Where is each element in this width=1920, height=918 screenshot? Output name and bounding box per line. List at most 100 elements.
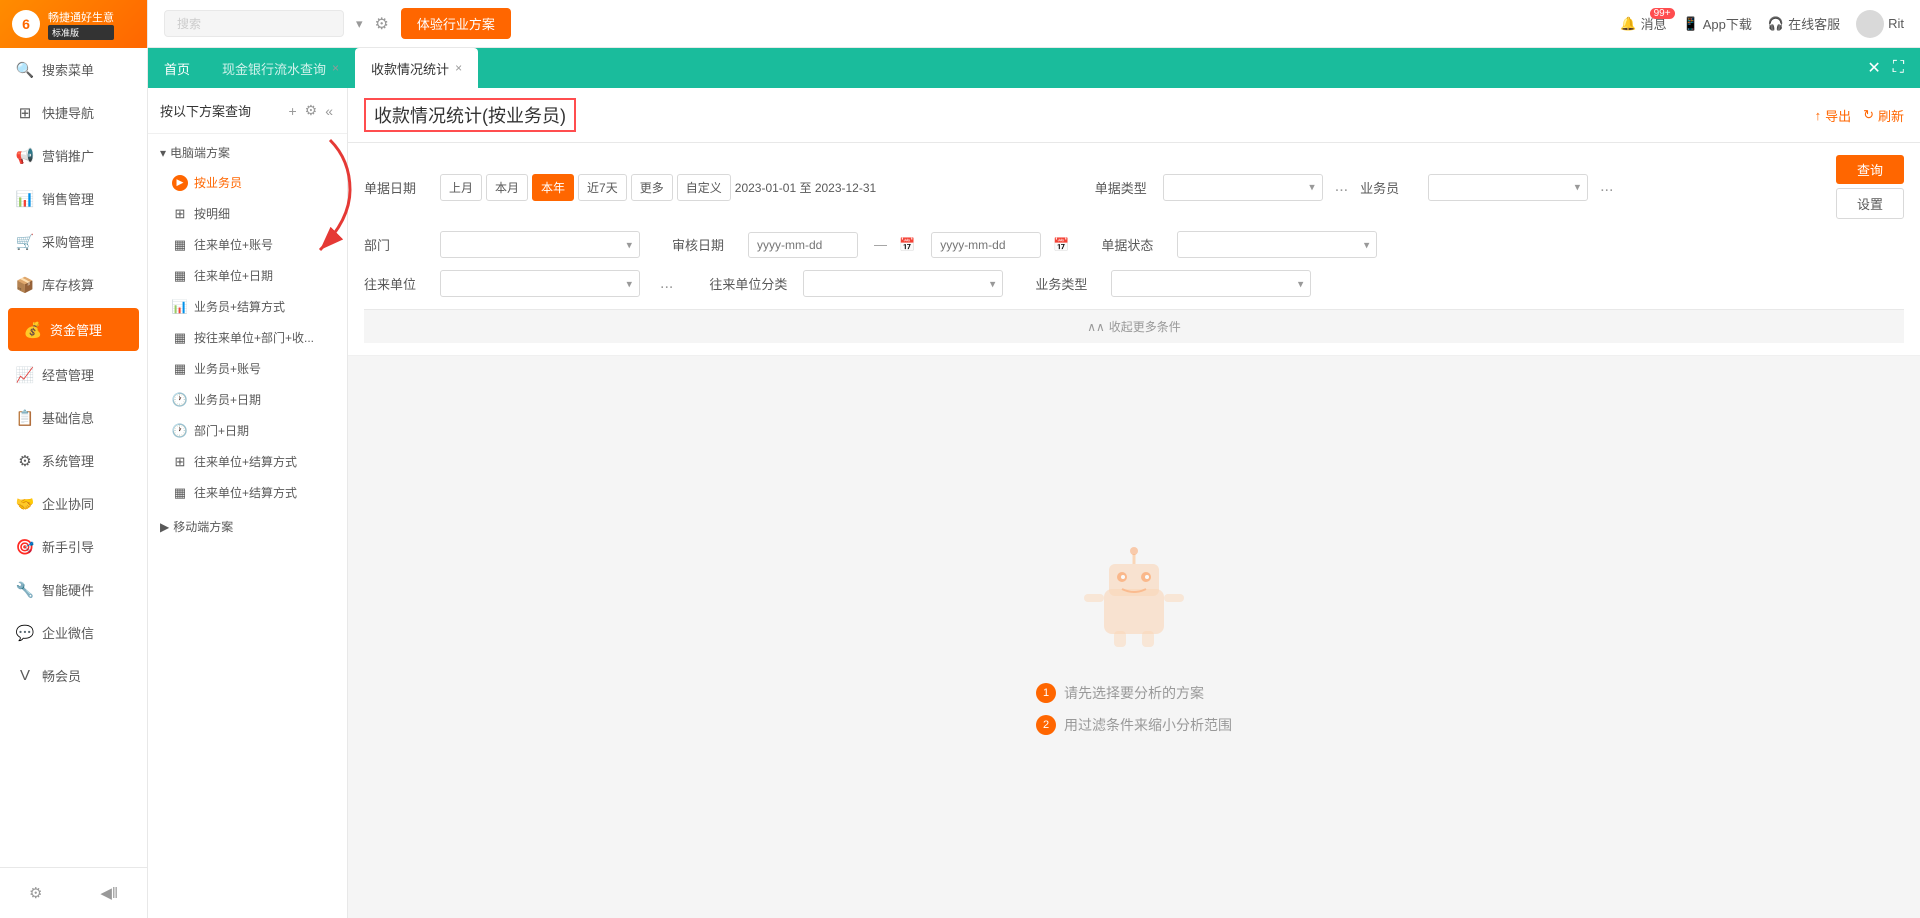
pc-group-header[interactable]: ▾ 电脑端方案 [148, 138, 347, 167]
table-icon-2: ▦ [172, 268, 188, 284]
headset-icon: 🎧 [1768, 16, 1784, 32]
sidebar-item-system[interactable]: ⚙ 系统管理 [0, 439, 147, 482]
refresh-btn[interactable]: ↻ 刷新 [1863, 106, 1904, 125]
scheme-item-staff-date[interactable]: 🕐 业务员+日期 [148, 384, 347, 415]
scheme-collapse-btn[interactable]: « [323, 101, 335, 121]
date-range-text: 2023-01-01 至 2023-12-31 [735, 179, 876, 196]
scheme-item-by-detail[interactable]: ⊞ 按明细 [148, 198, 347, 229]
tab-close-all-btn[interactable]: ✕ [1867, 58, 1880, 78]
sidebar-item-member[interactable]: V 畅会员 [0, 654, 147, 697]
sidebar-item-marketing[interactable]: 📢 营销推广 [0, 134, 147, 177]
export-btn[interactable]: ↑ 导出 [1815, 106, 1852, 125]
sidebar-item-purchase[interactable]: 🛒 采购管理 [0, 220, 147, 263]
sidebar-item-inventory[interactable]: 📦 库存核算 [0, 263, 147, 306]
scheme-item-unit-date[interactable]: ▦ 往来单位+日期 [148, 260, 347, 291]
collapse-icon: ∧∧ [1087, 320, 1105, 334]
dept-label: 部门 [364, 235, 424, 254]
tab-collection-close[interactable]: × [455, 61, 462, 75]
system-icon: ⚙ [16, 452, 34, 470]
dept-select-wrap [440, 231, 640, 258]
tab-bank[interactable]: 现金银行流水查询 × [206, 48, 355, 88]
unit-select[interactable] [440, 270, 640, 297]
query-btn[interactable]: 查询 [1836, 155, 1904, 184]
sidebar-item-enterprise[interactable]: 🤝 企业协同 [0, 482, 147, 525]
sidebar-item-smart[interactable]: 🔧 智能硬件 [0, 568, 147, 611]
staff-more-btn[interactable]: ... [1596, 178, 1617, 196]
sidebar-item-finance[interactable]: 💰 资金管理 [8, 308, 139, 351]
add-scheme-btn[interactable]: + [286, 101, 298, 121]
date-btn-more[interactable]: 更多 [631, 174, 673, 201]
tip-num-2: 2 [1036, 715, 1056, 735]
sidebar-settings-btn[interactable]: ⚙ [17, 876, 54, 910]
filter-row-2: 部门 审核日期 — 📅 📅 单据状态 [364, 231, 1904, 258]
tab-expand-btn[interactable]: ⛶ [1893, 59, 1904, 77]
date-btn-last-month[interactable]: 上月 [440, 174, 482, 201]
unit-category-select[interactable] [803, 270, 1003, 297]
scheme-item-unit-settle1[interactable]: ⊞ 往来单位+结算方式 [148, 446, 347, 477]
sidebar-item-basic[interactable]: 📋 基础信息 [0, 396, 147, 439]
tab-bank-close[interactable]: × [332, 61, 339, 75]
grid-icon-2: ⊞ [172, 454, 188, 470]
sidebar-item-sales[interactable]: 📊 销售管理 [0, 177, 147, 220]
scheme-item-dept-date[interactable]: 🕐 部门+日期 [148, 415, 347, 446]
biz-type-select-wrap [1111, 270, 1311, 297]
tab-home[interactable]: 首页 [148, 48, 206, 88]
empty-tips: 1 请先选择要分析的方案 2 用过滤条件来缩小分析范围 [1036, 683, 1232, 735]
clock-icon-1: 🕐 [172, 392, 188, 408]
chart-icon: 📊 [172, 299, 188, 315]
date-btn-custom[interactable]: 自定义 [677, 174, 731, 201]
type-label: 单据类型 [1095, 178, 1155, 197]
scheme-item-staff-account[interactable]: ▦ 业务员+账号 [148, 353, 347, 384]
topbar-gear-icon[interactable]: ⚙ [375, 14, 389, 34]
mobile-group-label: 移动端方案 [173, 518, 233, 535]
unit-label: 往来单位 [364, 274, 424, 293]
sidebar-item-quicknav[interactable]: ⊞ 快捷导航 [0, 91, 147, 134]
sidebar: 6 畅捷通好生意 标准版 🔍 搜索菜单 ⊞ 快捷导航 📢 营销推广 📊 销售管理… [0, 0, 148, 918]
trial-btn[interactable]: 体验行业方案 [401, 8, 511, 39]
status-select[interactable] [1177, 231, 1377, 258]
newbie-icon: 🎯 [16, 538, 34, 556]
purchase-icon: 🛒 [16, 233, 34, 251]
collapse-bar[interactable]: ∧∧ 收起更多条件 [364, 309, 1904, 343]
export-icon: ↑ [1815, 108, 1822, 123]
scheme-settings-btn[interactable]: ⚙ [303, 100, 320, 121]
biz-type-select[interactable] [1111, 270, 1311, 297]
tabbar-right-actions: ✕ ⛶ [1867, 58, 1920, 78]
date-btn-current-month[interactable]: 本月 [486, 174, 528, 201]
online-service-btn[interactable]: 🎧 在线客服 [1768, 14, 1840, 33]
filter-date-group: 上月 本月 本年 近7天 更多 自定义 2023-01-01 至 2023-12… [440, 174, 876, 201]
type-select[interactable] [1163, 174, 1323, 201]
table-icon-3: ▦ [172, 330, 188, 346]
filter-row-1: 单据日期 上月 本月 本年 近7天 更多 自定义 2023-01-01 至 20… [364, 155, 1904, 219]
sidebar-collapse-btn[interactable]: ◀‖ [88, 876, 130, 910]
mobile-scheme-group[interactable]: ▶ 移动端方案 [148, 512, 347, 541]
settings-btn[interactable]: 设置 [1836, 188, 1904, 219]
message-btn[interactable]: 🔔 消息 99+ [1620, 14, 1666, 33]
unit-more-btn[interactable]: ... [656, 275, 677, 293]
dept-select[interactable] [440, 231, 640, 258]
scheme-item-staff-settle[interactable]: 📊 业务员+结算方式 [148, 291, 347, 322]
filter-row-3: 往来单位 ... 往来单位分类 业务类型 [364, 270, 1904, 297]
tab-collection[interactable]: 收款情况统计 × [355, 48, 478, 88]
scheme-item-unit-account[interactable]: ▦ 往来单位+账号 [148, 229, 347, 260]
table-icon-1: ▦ [172, 237, 188, 253]
date-btn-current-year[interactable]: 本年 [532, 174, 574, 201]
user-avatar[interactable]: Rit [1856, 10, 1904, 38]
sidebar-item-search[interactable]: 🔍 搜索菜单 [0, 48, 147, 91]
sidebar-item-wechat[interactable]: 💬 企业微信 [0, 611, 147, 654]
staff-select[interactable] [1428, 174, 1588, 201]
wechat-icon: 💬 [16, 624, 34, 642]
scheme-item-unit-settle2[interactable]: ▦ 往来单位+结算方式 [148, 477, 347, 508]
sidebar-item-newbie[interactable]: 🎯 新手引导 [0, 525, 147, 568]
sidebar-item-ops[interactable]: 📈 经营管理 [0, 353, 147, 396]
app-download-btn[interactable]: 📱 App下载 [1683, 14, 1752, 33]
scheme-item-unit-dept[interactable]: ▦ 按往来单位+部门+收... [148, 322, 347, 353]
left-panel: 按以下方案查询 + ⚙ « ▾ 电脑端方案 ▶ 按业务员 ⊞ [148, 88, 348, 918]
review-date-to[interactable] [931, 232, 1041, 258]
date-btn-week[interactable]: 近7天 [578, 174, 627, 201]
app-icon: 📱 [1683, 16, 1699, 32]
type-more-btn[interactable]: ... [1331, 178, 1352, 196]
review-date-from[interactable] [748, 232, 858, 258]
scheme-item-by-staff[interactable]: ▶ 按业务员 [148, 167, 347, 198]
topbar-dropdown-arrow[interactable]: ▾ [356, 16, 363, 32]
